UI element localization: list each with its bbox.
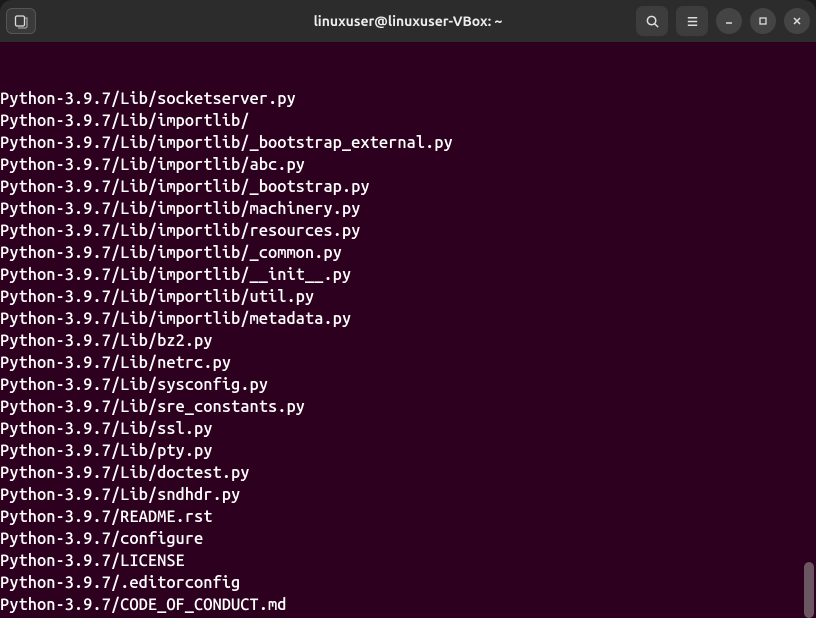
terminal-line: Python-3.9.7/Lib/importlib/resources.py (0, 220, 816, 242)
terminal-line: Python-3.9.7/LICENSE (0, 550, 816, 572)
menu-button[interactable] (676, 6, 708, 36)
maximize-icon (757, 15, 769, 27)
search-icon (645, 14, 660, 29)
terminal-line: Python-3.9.7/CODE_OF_CONDUCT.md (0, 594, 816, 616)
terminal-line: Python-3.9.7/Lib/netrc.py (0, 352, 816, 374)
maximize-button[interactable] (750, 8, 776, 34)
terminal-line: Python-3.9.7/Lib/importlib/_bootstrap_ex… (0, 132, 816, 154)
terminal-line: Python-3.9.7/Lib/importlib/_common.py (0, 242, 816, 264)
terminal-line: Python-3.9.7/Lib/importlib/_bootstrap.py (0, 176, 816, 198)
terminal-line: Python-3.9.7/Lib/ssl.py (0, 418, 816, 440)
close-icon (791, 15, 803, 27)
titlebar-left (6, 8, 36, 34)
terminal-line: Python-3.9.7/Lib/doctest.py (0, 462, 816, 484)
terminal-line: Python-3.9.7/Lib/socketserver.py (0, 88, 816, 110)
terminal-line: Python-3.9.7/Lib/importlib/abc.py (0, 154, 816, 176)
terminal-line: Python-3.9.7/Lib/importlib/__init__.py (0, 264, 816, 286)
window-title: linuxuser@linuxuser-VBox: ~ (314, 13, 503, 29)
search-button[interactable] (636, 6, 668, 36)
terminal-line: Python-3.9.7/Lib/sndhdr.py (0, 484, 816, 506)
terminal-line: Python-3.9.7/Lib/sysconfig.py (0, 374, 816, 396)
terminal-line: Python-3.9.7/README.rst (0, 506, 816, 528)
terminal-line: Python-3.9.7/Lib/sre_constants.py (0, 396, 816, 418)
terminal-content: Python-3.9.7/Lib/socketserver.pyPython-3… (0, 44, 816, 618)
minimize-icon (723, 15, 735, 27)
minimize-button[interactable] (716, 8, 742, 34)
terminal-line: Python-3.9.7/Lib/pty.py (0, 440, 816, 462)
terminal-line: Python-3.9.7/Lib/importlib/machinery.py (0, 198, 816, 220)
terminal-line: Python-3.9.7/configure (0, 528, 816, 550)
titlebar-right (636, 6, 810, 36)
terminal-area[interactable]: Python-3.9.7/Lib/socketserver.pyPython-3… (0, 42, 816, 618)
new-tab-icon (13, 13, 29, 29)
scrollbar-thumb[interactable] (804, 562, 814, 618)
terminal-line: Python-3.9.7/.editorconfig (0, 572, 816, 594)
terminal-line: Python-3.9.7/Lib/importlib/ (0, 110, 816, 132)
hamburger-icon (685, 14, 700, 29)
terminal-line: Python-3.9.7/Lib/bz2.py (0, 330, 816, 352)
terminal-line: Python-3.9.7/Lib/importlib/metadata.py (0, 308, 816, 330)
titlebar: linuxuser@linuxuser-VBox: ~ (0, 0, 816, 42)
close-button[interactable] (784, 8, 810, 34)
terminal-line: Python-3.9.7/Lib/importlib/util.py (0, 286, 816, 308)
new-tab-button[interactable] (6, 8, 36, 34)
